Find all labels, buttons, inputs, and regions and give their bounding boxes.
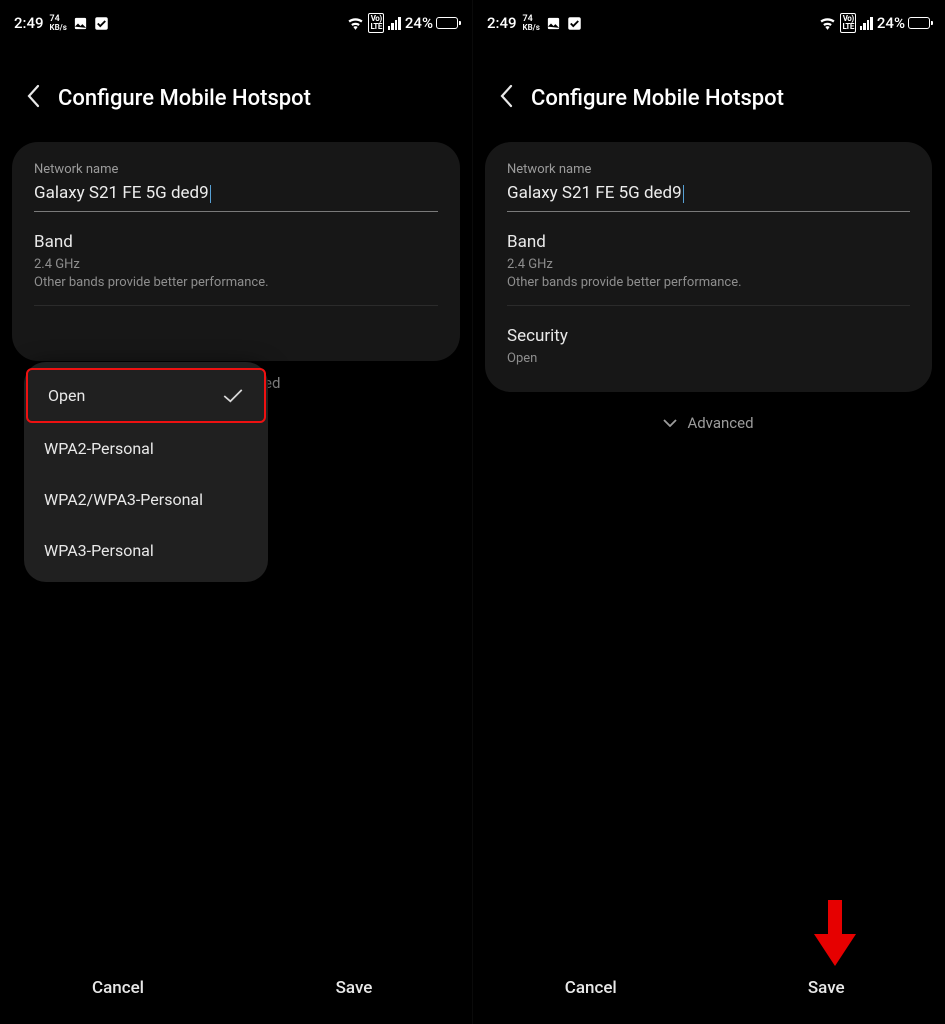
volte-icon: Vo)LTE — [840, 13, 855, 33]
band-title: Band — [34, 232, 438, 252]
footer-bar: Cancel Save — [0, 952, 472, 1024]
settings-card: Network name Galaxy S21 FE 5G ded9 Band … — [485, 142, 932, 392]
chevron-down-icon — [663, 419, 677, 427]
footer-bar: Cancel Save — [473, 952, 944, 1024]
battery-pct: 24% — [877, 14, 905, 32]
status-time: 2:49 — [14, 14, 44, 32]
chevron-left-icon — [499, 84, 513, 108]
status-time: 2:49 — [487, 14, 517, 32]
back-button[interactable] — [499, 84, 513, 112]
advanced-label: Advanced — [687, 414, 753, 432]
page-title: Configure Mobile Hotspot — [58, 86, 311, 111]
dropdown-option-wpa2[interactable]: WPA2-Personal — [24, 423, 268, 474]
battery-pct: 24% — [405, 14, 433, 32]
signal-icon — [388, 17, 401, 30]
dropdown-option-wpa3[interactable]: WPA3-Personal — [24, 525, 268, 576]
status-bar: 2:49 74 KB/s Vo)LTE 24% — [0, 0, 472, 40]
red-arrow-annotation — [812, 900, 858, 968]
advanced-toggle[interactable]: Advanced — [473, 392, 944, 454]
status-speed: 74 KB/s — [523, 15, 540, 32]
settings-card: Network name Galaxy S21 FE 5G ded9 Band … — [12, 142, 460, 361]
dropdown-option-open[interactable]: Open — [26, 368, 266, 423]
security-title: Security — [507, 326, 910, 346]
band-note: Other bands provide better performance. — [507, 274, 910, 292]
band-row[interactable]: Band 2.4 GHz Other bands provide better … — [507, 212, 910, 297]
battery-icon — [908, 17, 930, 29]
checkbox-icon — [94, 16, 109, 31]
band-row[interactable]: Band 2.4 GHz Other bands provide better … — [34, 212, 438, 297]
security-dropdown: Open WPA2-Personal WPA2/WPA3-Personal WP… — [24, 362, 268, 582]
back-button[interactable] — [26, 84, 40, 112]
status-bar: 2:49 74 KB/s Vo)LTE 24% — [473, 0, 944, 40]
wifi-icon — [347, 17, 364, 30]
status-speed: 74 KB/s — [50, 15, 67, 32]
volte-icon: Vo)LTE — [368, 13, 383, 33]
page-title: Configure Mobile Hotspot — [531, 86, 784, 111]
network-name-field[interactable]: Network name Galaxy S21 FE 5G ded9 — [507, 162, 910, 212]
security-row-hidden — [34, 305, 438, 343]
battery-icon — [436, 17, 458, 29]
band-note: Other bands provide better performance. — [34, 274, 438, 292]
cancel-button[interactable]: Cancel — [0, 952, 236, 1024]
network-name-label: Network name — [507, 162, 910, 177]
cancel-button[interactable]: Cancel — [473, 952, 709, 1024]
network-name-input[interactable]: Galaxy S21 FE 5G ded9 — [34, 183, 438, 212]
phone-screen-left: 2:49 74 KB/s Vo)LTE 24% — [0, 0, 472, 1024]
band-title: Band — [507, 232, 910, 252]
network-name-field[interactable]: Network name Galaxy S21 FE 5G ded9 — [34, 162, 438, 212]
security-row[interactable]: Security Open — [507, 305, 910, 374]
wifi-icon — [819, 17, 836, 30]
phone-screen-right: 2:49 74 KB/s Vo)LTE 24% — [472, 0, 944, 1024]
checkbox-icon — [567, 16, 582, 31]
network-name-input[interactable]: Galaxy S21 FE 5G ded9 — [507, 183, 910, 212]
chevron-left-icon — [26, 84, 40, 108]
network-name-label: Network name — [34, 162, 438, 177]
check-icon — [222, 389, 244, 403]
picture-icon — [546, 16, 561, 31]
security-value: Open — [507, 350, 910, 368]
dropdown-option-wpa2wpa3[interactable]: WPA2/WPA3-Personal — [24, 474, 268, 525]
picture-icon — [73, 16, 88, 31]
save-button[interactable]: Save — [236, 952, 472, 1024]
band-value: 2.4 GHz — [34, 256, 438, 274]
signal-icon — [860, 17, 873, 30]
band-value: 2.4 GHz — [507, 256, 910, 274]
